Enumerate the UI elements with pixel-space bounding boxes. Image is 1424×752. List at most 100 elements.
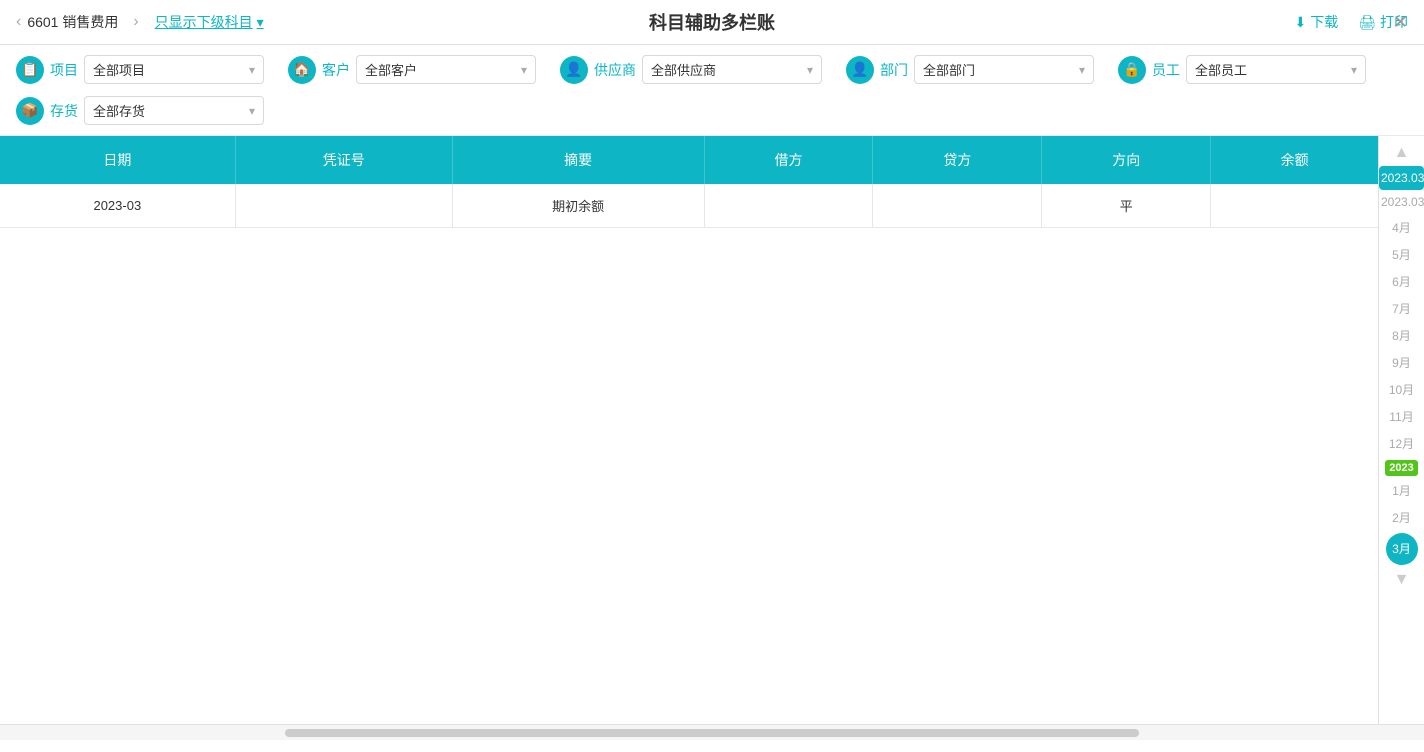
sidebar-item-label: 4月	[1392, 221, 1411, 235]
customer-select-value: 全部客户	[365, 60, 417, 79]
employee-icon: 🔒	[1118, 56, 1146, 84]
project-select-value: 全部项目	[93, 60, 145, 79]
customer-icon: 🏠	[288, 56, 316, 84]
show-sub-toggle[interactable]: 只显示下级科目 ▾	[155, 12, 264, 32]
table-row: 2023-03 期初余额 平	[0, 184, 1378, 228]
filter-item-supplier: 👤 供应商 全部供应商 ▾	[560, 55, 822, 84]
dept-label: 部门	[880, 60, 908, 80]
sidebar-item-year2023[interactable]: 2023	[1379, 457, 1424, 477]
supplier-label: 供应商	[594, 60, 636, 80]
employee-label: 员工	[1152, 60, 1180, 80]
project-select-arrow: ▾	[249, 63, 255, 77]
col-voucher: 凭证号	[235, 136, 452, 184]
cell-summary: 期初余额	[452, 184, 704, 228]
employee-select-value: 全部员工	[1195, 60, 1247, 79]
sidebar-item-4[interactable]: 4月	[1379, 214, 1424, 241]
col-debit: 借方	[704, 136, 873, 184]
print-icon: 🖨	[1358, 14, 1376, 31]
sidebar-item-9[interactable]: 9月	[1379, 349, 1424, 376]
supplier-select-arrow: ▾	[807, 63, 813, 77]
col-summary: 摘要	[452, 136, 704, 184]
col-credit: 贷方	[873, 136, 1042, 184]
content-area: 日期 凭证号 摘要 借方 贷方 方向 余额 2023-03 期初余额	[0, 136, 1424, 724]
customer-select-arrow: ▾	[521, 63, 527, 77]
supplier-select-value: 全部供应商	[651, 60, 716, 79]
sidebar-item-2023-03-2[interactable]: 2023.03	[1379, 190, 1424, 214]
inventory-select[interactable]: 全部存货 ▾	[84, 96, 264, 125]
sidebar-item-6[interactable]: 6月	[1379, 268, 1424, 295]
dept-select[interactable]: 全部部门 ▾	[914, 55, 1094, 84]
sidebar-item-label: 2023.03	[1381, 195, 1424, 209]
inventory-label: 存货	[50, 101, 78, 121]
customer-label: 客户	[322, 60, 350, 80]
prev-account-button[interactable]: ‹	[16, 13, 21, 31]
filter-area: 📋 项目 全部项目 ▾ 🏠 客户 全部客户 ▾ 👤 供应商 全部供应商 ▾	[0, 45, 1424, 136]
sidebar-item-2023-03-top[interactable]: 2023.03	[1379, 166, 1424, 190]
sidebar-up-arrow[interactable]: ▲	[1379, 140, 1424, 166]
sidebar-item-label: 9月	[1392, 356, 1411, 370]
sidebar-item-label: 7月	[1392, 302, 1411, 316]
sidebar-item-label: 1月	[1392, 484, 1411, 498]
sidebar-item-8[interactable]: 8月	[1379, 322, 1424, 349]
cell-balance	[1211, 184, 1378, 228]
customer-select[interactable]: 全部客户 ▾	[356, 55, 536, 84]
sidebar-down-arrow[interactable]: ▼	[1379, 567, 1424, 593]
download-label: 下载	[1310, 12, 1338, 32]
cell-direction: 平	[1042, 184, 1211, 228]
cell-voucher	[235, 184, 452, 228]
supplier-icon: 👤	[560, 56, 588, 84]
download-icon: ⬇	[1294, 14, 1306, 31]
sidebar-item-2[interactable]: 2月	[1379, 504, 1424, 531]
sidebar-item-label: 2月	[1392, 511, 1411, 525]
sidebar-item-1[interactable]: 1月	[1379, 477, 1424, 504]
col-balance: 余额	[1211, 136, 1378, 184]
download-button[interactable]: ⬇ 下载	[1294, 12, 1338, 32]
filter-item-customer: 🏠 客户 全部客户 ▾	[288, 55, 536, 84]
sidebar-item-label: 11月	[1389, 410, 1413, 424]
col-date: 日期	[0, 136, 235, 184]
account-code: 6601 销售费用	[27, 12, 127, 32]
project-select[interactable]: 全部项目 ▾	[84, 55, 264, 84]
table-area[interactable]: 日期 凭证号 摘要 借方 贷方 方向 余额 2023-03 期初余额	[0, 136, 1378, 724]
employee-select-arrow: ▾	[1351, 63, 1357, 77]
sidebar-item-5[interactable]: 5月	[1379, 241, 1424, 268]
show-sub-arrow-icon: ▾	[257, 14, 264, 31]
inventory-select-arrow: ▾	[249, 104, 255, 118]
filter-item-employee: 🔒 员工 全部员工 ▾	[1118, 55, 1366, 84]
dept-icon: 👤	[846, 56, 874, 84]
dept-select-arrow: ▾	[1079, 63, 1085, 77]
cell-date: 2023-03	[0, 184, 235, 228]
sidebar-item-12[interactable]: 12月	[1379, 430, 1424, 457]
filter-item-project: 📋 项目 全部项目 ▾	[16, 55, 264, 84]
account-nav: ‹ 6601 销售费用 ›	[16, 12, 139, 32]
inventory-icon: 📦	[16, 97, 44, 125]
inventory-select-value: 全部存货	[93, 101, 145, 120]
sidebar-item-label: 8月	[1392, 329, 1411, 343]
project-icon: 📋	[16, 56, 44, 84]
sidebar-item-label: 6月	[1392, 275, 1411, 289]
scrollbar-thumb[interactable]	[285, 729, 1139, 737]
table-header-row: 日期 凭证号 摘要 借方 贷方 方向 余额	[0, 136, 1378, 184]
sidebar-item-label: 3月	[1392, 533, 1411, 565]
sidebar-item-11[interactable]: 11月	[1379, 403, 1424, 430]
cell-credit	[873, 184, 1042, 228]
horizontal-scrollbar[interactable]	[0, 724, 1424, 740]
project-label: 项目	[50, 60, 78, 80]
sidebar-item-10[interactable]: 10月	[1379, 376, 1424, 403]
page-title: 科目辅助多栏账	[649, 9, 775, 35]
sidebar-item-label: 2023.03	[1381, 171, 1424, 185]
col-direction: 方向	[1042, 136, 1211, 184]
sidebar-item-7[interactable]: 7月	[1379, 295, 1424, 322]
employee-select[interactable]: 全部员工 ▾	[1186, 55, 1366, 84]
supplier-select[interactable]: 全部供应商 ▾	[642, 55, 822, 84]
filter-item-dept: 👤 部门 全部部门 ▾	[846, 55, 1094, 84]
sidebar-item-3-active[interactable]: 3月	[1386, 533, 1418, 565]
show-sub-label: 只显示下级科目	[155, 12, 253, 32]
cell-debit	[704, 184, 873, 228]
sidebar-item-label: 5月	[1392, 248, 1411, 262]
close-button[interactable]: ✕	[1393, 12, 1408, 33]
next-account-button[interactable]: ›	[133, 13, 138, 31]
year-badge: 2023	[1385, 460, 1417, 476]
filter-item-inventory: 📦 存货 全部存货 ▾	[16, 96, 264, 125]
header-bar: ‹ 6601 销售费用 › 只显示下级科目 ▾ 科目辅助多栏账 ⬇ 下载 🖨 打…	[0, 0, 1424, 45]
